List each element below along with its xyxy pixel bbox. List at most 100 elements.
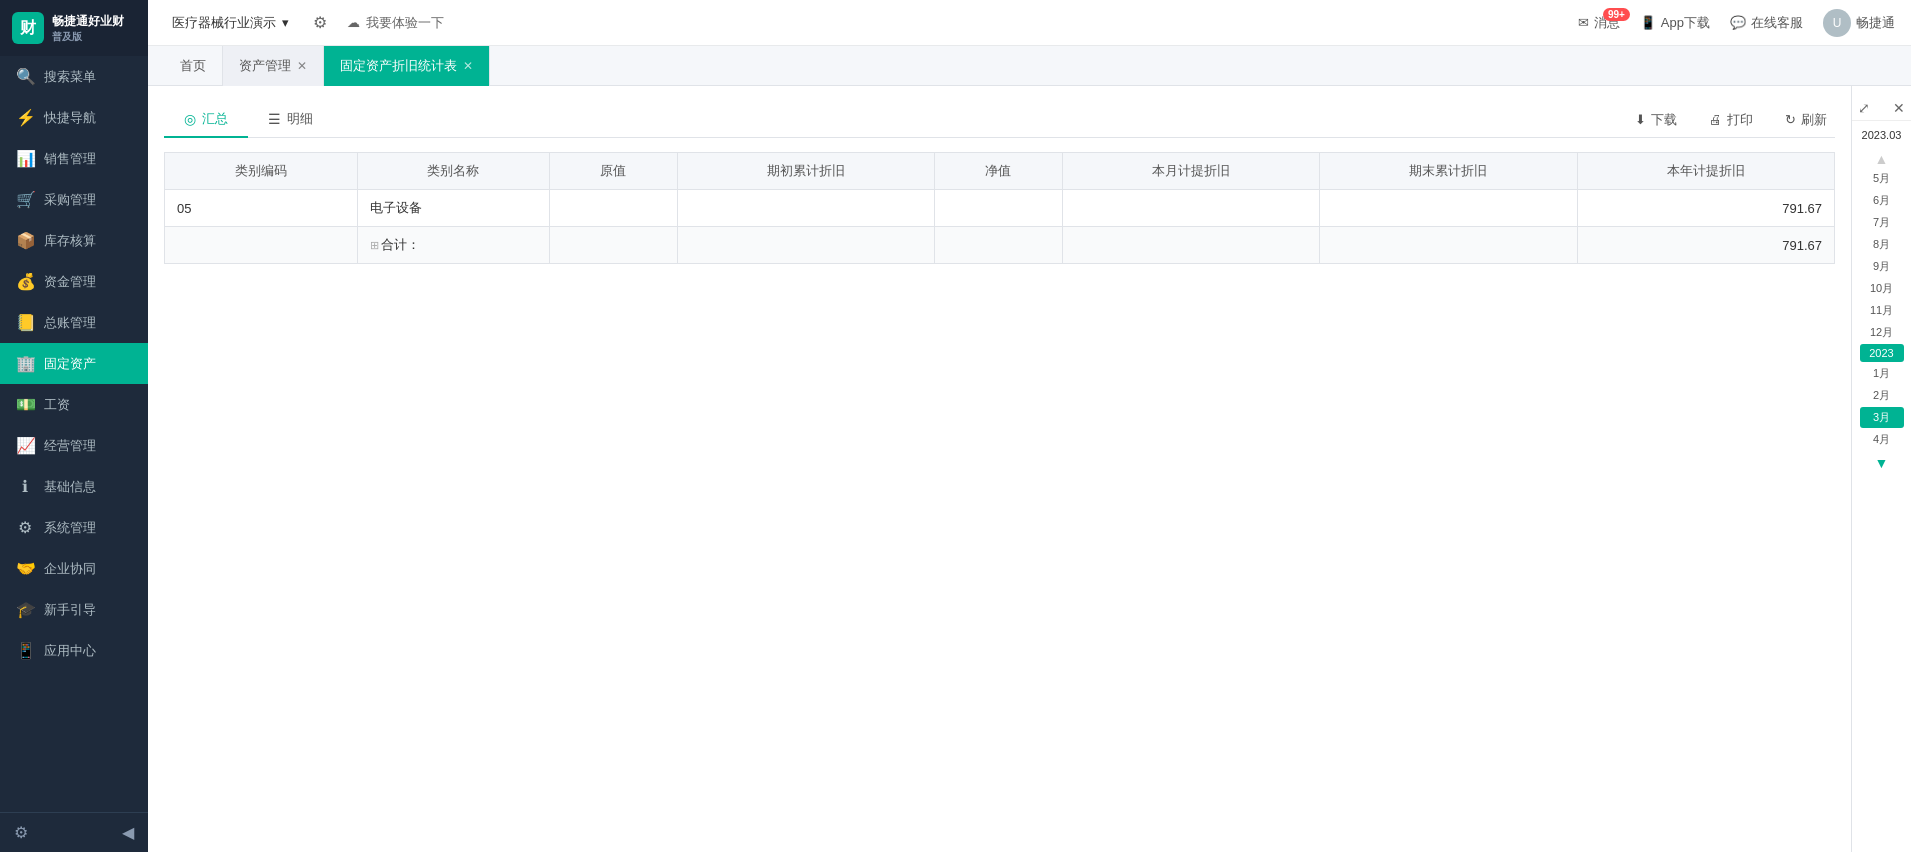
panel-month-item[interactable]: 1月 <box>1860 363 1904 384</box>
tab-home[interactable]: 首页 <box>164 46 223 86</box>
panel-month-item[interactable]: 5月 <box>1860 168 1904 189</box>
company-name: 医疗器械行业演示 <box>172 14 276 32</box>
action-toolbar: ⬇ 下载 🖨 打印 ↻ 刷新 <box>1627 107 1835 133</box>
sidebar-item-guide[interactable]: 🎓 新手引导 <box>0 589 148 630</box>
sidebar-item-purchase[interactable]: 🛒 采购管理 <box>0 179 148 220</box>
tab-fixed-assets-depreciation[interactable]: 固定资产折旧统计表✕ <box>324 46 490 86</box>
right-panel: ⤢ ✕ 2023.03 ▲ 5月6月7月8月9月10月11月12月 2023 1… <box>1851 86 1911 852</box>
sub-tab-icon-detail: ☰ <box>268 111 281 127</box>
close-panel-icon[interactable]: ✕ <box>1893 100 1905 116</box>
year-marker-label[interactable]: 2023 <box>1860 344 1904 362</box>
sidebar-item-operations[interactable]: 📈 经营管理 <box>0 425 148 466</box>
sidebar-item-app-center[interactable]: 📱 应用中心 <box>0 630 148 671</box>
online-service-button[interactable]: 💬 在线客服 <box>1730 14 1803 32</box>
sidebar-item-finance[interactable]: 💰 资金管理 <box>0 261 148 302</box>
table-column-header: 本年计提折旧 <box>1577 153 1835 190</box>
panel-month-item[interactable]: 12月 <box>1860 322 1904 343</box>
panel-scroll-up[interactable]: ▲ <box>1852 151 1911 167</box>
sidebar-label-system: 系统管理 <box>44 519 96 537</box>
experience-button[interactable]: ☁ 我要体验一下 <box>347 14 444 32</box>
summary-cell <box>165 227 358 264</box>
sidebar-item-fixed-assets[interactable]: 🏢 固定资产 <box>0 343 148 384</box>
sidebar-nav: 🔍 搜索菜单⚡ 快捷导航📊 销售管理🛒 采购管理📦 库存核算💰 资金管理📒 总账… <box>0 56 148 812</box>
sidebar-label-search: 搜索菜单 <box>44 68 96 86</box>
messages-button[interactable]: ✉ 消息 99+ <box>1578 14 1620 32</box>
panel-scroll-down[interactable]: ▼ <box>1852 455 1911 471</box>
sidebar-label-purchase: 采购管理 <box>44 191 96 209</box>
panel-month-item[interactable]: 8月 <box>1860 234 1904 255</box>
table-row: 05电子设备791.67 <box>165 190 1835 227</box>
year-marker: 2023 <box>1860 344 1904 362</box>
panel-months: 1月2月3月4月 <box>1860 362 1904 451</box>
sidebar-icon-app-center: 📱 <box>16 641 34 660</box>
summary-icon: ⊞ <box>370 239 379 251</box>
app-download-label: App下载 <box>1661 14 1710 32</box>
sidebar-item-inventory[interactable]: 📦 库存核算 <box>0 220 148 261</box>
tab-asset-management[interactable]: 资产管理 ✕ <box>223 46 324 86</box>
sidebar-label-finance: 资金管理 <box>44 273 96 291</box>
panel-month-item[interactable]: 6月 <box>1860 190 1904 211</box>
sidebar-label-quick-nav: 快捷导航 <box>44 109 96 127</box>
sidebar-icon-search: 🔍 <box>16 67 34 86</box>
header-settings-icon[interactable]: ⚙ <box>313 13 327 32</box>
tabs-bar: 首页资产管理✕固定资产折旧统计表✕ <box>148 46 1911 86</box>
sidebar-item-cooperation[interactable]: 🤝 企业协同 <box>0 548 148 589</box>
download-icon: ⬇ <box>1635 112 1646 127</box>
panel-month-item[interactable]: 9月 <box>1860 256 1904 277</box>
panel-years-before: 5月6月7月8月9月10月11月12月 <box>1860 167 1904 344</box>
sidebar-icon-guide: 🎓 <box>16 600 34 619</box>
panel-month-item[interactable]: 2月 <box>1860 385 1904 406</box>
sidebar-label-guide: 新手引导 <box>44 601 96 619</box>
tab-label-asset-management: 资产管理 <box>239 57 291 75</box>
sidebar-label-basic-info: 基础信息 <box>44 478 96 496</box>
panel-month-item[interactable]: 4月 <box>1860 429 1904 450</box>
sidebar-icon-fixed-assets: 🏢 <box>16 354 34 373</box>
expand-icon[interactable]: ⤢ <box>1858 100 1870 116</box>
settings-icon[interactable]: ⚙ <box>14 823 28 842</box>
sidebar-icon-ledger: 📒 <box>16 313 34 332</box>
page-content: ◎ 汇总☰ 明细 ⬇ 下载 🖨 打印 ↻ 刷新 <box>148 86 1851 852</box>
sidebar-item-system[interactable]: ⚙ 系统管理 <box>0 507 148 548</box>
sub-tab-label-detail: 明细 <box>287 110 313 128</box>
download-button[interactable]: ⬇ 下载 <box>1627 107 1685 133</box>
panel-month-item[interactable]: 10月 <box>1860 278 1904 299</box>
sidebar-item-basic-info[interactable]: ℹ 基础信息 <box>0 466 148 507</box>
sidebar-icon-operations: 📈 <box>16 436 34 455</box>
table-summary-row: ⊞合计：791.67 <box>165 227 1835 264</box>
sidebar-item-search[interactable]: 🔍 搜索菜单 <box>0 56 148 97</box>
app-name: 畅捷通好业财 <box>52 13 124 30</box>
sidebar-label-sales: 销售管理 <box>44 150 96 168</box>
table-column-header: 本月计提折旧 <box>1062 153 1320 190</box>
table-column-header: 期初累计折旧 <box>677 153 935 190</box>
user-profile[interactable]: U 畅捷通 <box>1823 9 1895 37</box>
sidebar-item-quick-nav[interactable]: ⚡ 快捷导航 <box>0 97 148 138</box>
print-button[interactable]: 🖨 打印 <box>1701 107 1761 133</box>
table-column-header: 原值 <box>550 153 678 190</box>
refresh-icon: ↻ <box>1785 112 1796 127</box>
sidebar-icon-system: ⚙ <box>16 518 34 537</box>
tab-close-fixed-assets-depreciation[interactable]: ✕ <box>463 59 473 73</box>
summary-cell: 791.67 <box>1577 227 1835 264</box>
sidebar-label-fixed-assets: 固定资产 <box>44 355 96 373</box>
collapse-icon[interactable]: ◀ <box>122 823 134 842</box>
sidebar: 财 畅捷通好业财 普及版 🔍 搜索菜单⚡ 快捷导航📊 销售管理🛒 采购管理📦 库… <box>0 0 148 852</box>
refresh-button[interactable]: ↻ 刷新 <box>1777 107 1835 133</box>
panel-month-item[interactable]: 7月 <box>1860 212 1904 233</box>
tab-close-asset-management[interactable]: ✕ <box>297 59 307 73</box>
sub-tab-summary[interactable]: ◎ 汇总 <box>164 102 248 138</box>
sidebar-item-payroll[interactable]: 💵 工资 <box>0 384 148 425</box>
sidebar-item-sales[interactable]: 📊 销售管理 <box>0 138 148 179</box>
panel-month-item[interactable]: 11月 <box>1860 300 1904 321</box>
sub-tab-detail[interactable]: ☰ 明细 <box>248 102 333 138</box>
sidebar-label-payroll: 工资 <box>44 396 70 414</box>
experience-icon: ☁ <box>347 15 360 30</box>
app-download-button[interactable]: 📱 App下载 <box>1640 14 1710 32</box>
panel-month-item[interactable]: 3月 <box>1860 407 1904 428</box>
company-selector[interactable]: 医疗器械行业演示 ▾ <box>164 10 297 36</box>
sidebar-label-cooperation: 企业协同 <box>44 560 96 578</box>
sidebar-item-ledger[interactable]: 📒 总账管理 <box>0 302 148 343</box>
refresh-label: 刷新 <box>1801 111 1827 129</box>
summary-cell <box>550 227 678 264</box>
sub-tabs: ◎ 汇总☰ 明细 <box>164 102 333 137</box>
sidebar-icon-inventory: 📦 <box>16 231 34 250</box>
